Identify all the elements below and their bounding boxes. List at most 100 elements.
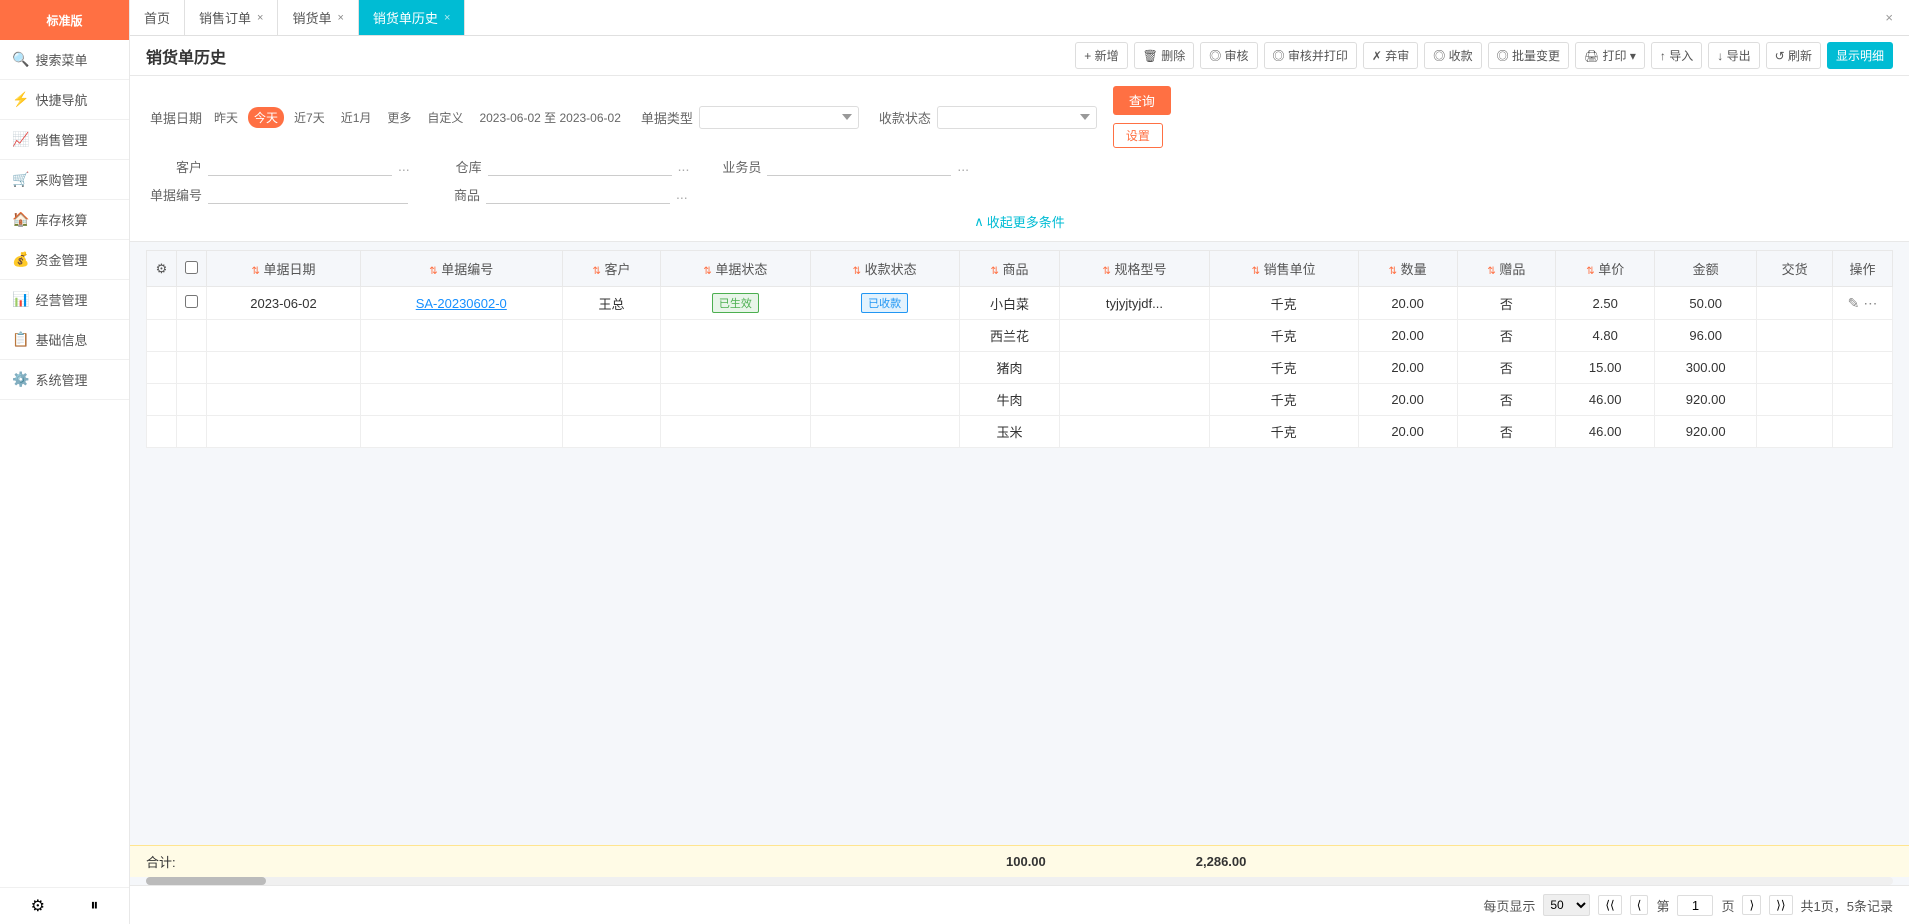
col-gift[interactable]: ⇅ 赠品 [1457, 251, 1556, 287]
page-title: 销货单历史 [146, 44, 226, 68]
sidebar-item-sys-mgmt[interactable]: ⚙️ 系统管理 [0, 360, 129, 400]
col-spec[interactable]: ⇅ 规格型号 [1060, 251, 1209, 287]
col-price[interactable]: ⇅ 单价 [1556, 251, 1655, 287]
query-button[interactable]: 查询 [1113, 86, 1171, 115]
date-btn-1month[interactable]: 近1月 [335, 107, 378, 128]
col-date[interactable]: ⇅ 单据日期 [207, 251, 361, 287]
col-doc-num[interactable]: ⇅ 单据编号 [360, 251, 562, 287]
btn-audit[interactable]: ◎ 审核 [1200, 42, 1257, 69]
more-icon[interactable]: ⋯ [1863, 295, 1877, 312]
sidebar-collapse-icon[interactable]: ⏸ [90, 897, 98, 915]
col-transaction: 交货 [1757, 251, 1833, 287]
tab-sales-order-close[interactable]: × [257, 12, 263, 24]
col-payment-status[interactable]: ⇅ 收款状态 [810, 251, 959, 287]
date-btn-custom[interactable]: 自定义 [421, 107, 469, 128]
btn-collect[interactable]: ◎ 收款 [1424, 42, 1481, 69]
btn-refresh[interactable]: ↺ 刷新 [1766, 42, 1821, 69]
cell-doc-num [360, 352, 562, 384]
filter-row-2: 客户 ... 仓库 ... 业务员 ... [146, 156, 1893, 176]
btn-show-detail[interactable]: 显示明细 [1827, 42, 1893, 69]
staff-input[interactable] [767, 156, 951, 176]
row-actions: ✎ ⋯ [1839, 295, 1886, 312]
sidebar-item-quick-nav[interactable]: ⚡ 快捷导航 [0, 80, 129, 120]
page-prev-btn[interactable]: ⟨ [1630, 895, 1649, 915]
btn-add[interactable]: + 新增 [1075, 42, 1127, 69]
filter-date: 单据日期 昨天 今天 近7天 近1月 更多 自定义 2023-06-02 至 2… [146, 107, 621, 128]
btn-batch-change[interactable]: ◎ 批量变更 [1488, 42, 1569, 69]
tab-sales-delivery[interactable]: 销货单 × [278, 0, 358, 35]
collapse-button[interactable]: ∧ 收起更多条件 [974, 212, 1065, 231]
tab-home[interactable]: 首页 [130, 0, 185, 35]
warehouse-ellipsis[interactable]: ... [678, 158, 690, 174]
date-btn-7days[interactable]: 近7天 [288, 107, 331, 128]
tab-sales-history-close[interactable]: × [444, 12, 450, 24]
doc-num-input[interactable] [208, 184, 408, 204]
btn-import[interactable]: ↑ 导入 [1651, 42, 1702, 69]
cell-spec: tyjyjtyjdf... [1060, 287, 1209, 320]
sidebar-settings-icon[interactable]: ⚙ [31, 896, 45, 916]
sidebar-item-inventory[interactable]: 🏠 库存核算 [0, 200, 129, 240]
page-size-select[interactable]: 10 20 50 100 [1543, 894, 1590, 916]
doc-type-select[interactable] [699, 106, 859, 129]
select-all-checkbox[interactable] [185, 261, 198, 274]
sidebar-item-search-menu[interactable]: 🔍 搜索菜单 [0, 40, 129, 80]
warehouse-input[interactable] [488, 156, 672, 176]
horizontal-scrollbar[interactable] [146, 877, 1893, 885]
sidebar-item-label: 库存核算 [35, 210, 87, 229]
cell-gift: 否 [1457, 352, 1556, 384]
row-checkbox[interactable] [185, 295, 198, 308]
sidebar-item-purchase-mgmt[interactable]: 🛒 采购管理 [0, 160, 129, 200]
filter-doc-num: 单据编号 [146, 184, 408, 204]
scrollbar-thumb[interactable] [146, 877, 266, 885]
date-btn-yesterday[interactable]: 昨天 [208, 107, 244, 128]
customer-input[interactable] [208, 156, 392, 176]
cell-gift: 否 [1457, 384, 1556, 416]
goods-input[interactable] [486, 184, 670, 204]
btn-cancel-audit[interactable]: ✗ 弃审 [1363, 42, 1418, 69]
col-unit[interactable]: ⇅ 销售单位 [1209, 251, 1358, 287]
cell-checkbox [177, 384, 207, 416]
sidebar-item-basic-info[interactable]: 📋 基础信息 [0, 320, 129, 360]
col-customer[interactable]: ⇅ 客户 [562, 251, 661, 287]
payment-status-select[interactable] [937, 106, 1097, 129]
date-btn-more[interactable]: 更多 [381, 107, 417, 128]
cell-transaction [1757, 384, 1833, 416]
tab-sales-delivery-close[interactable]: × [337, 12, 343, 24]
btn-print[interactable]: 🖨 打印 ▾ [1575, 42, 1645, 69]
cell-payment-status [810, 320, 959, 352]
edit-icon[interactable]: ✎ [1848, 295, 1860, 312]
btn-audit-print[interactable]: ◎ 审核并打印 [1264, 42, 1357, 69]
date-btn-today[interactable]: 今天 [248, 107, 284, 128]
cell-goods: 猪肉 [959, 352, 1060, 384]
cell-amount: 50.00 [1655, 287, 1757, 320]
doc-num-link[interactable]: SA-20230602-0 [416, 296, 507, 311]
tab-sales-history[interactable]: 销货单历史 × [359, 0, 465, 35]
window-close-icon[interactable]: × [1877, 10, 1901, 25]
page-next-btn[interactable]: ⟩ [1742, 895, 1761, 915]
col-goods[interactable]: ⇅ 商品 [959, 251, 1060, 287]
page-number-input[interactable] [1677, 895, 1713, 916]
sidebar-item-sales-mgmt[interactable]: 📈 销售管理 [0, 120, 129, 160]
col-ops: 操作 [1833, 251, 1893, 287]
btn-export[interactable]: ↓ 导出 [1708, 42, 1759, 69]
page-last-btn[interactable]: ⟩⟩ [1769, 895, 1792, 915]
customer-ellipsis[interactable]: ... [398, 158, 410, 174]
cell-gear [147, 352, 177, 384]
staff-ellipsis[interactable]: ... [957, 158, 969, 174]
col-doc-status[interactable]: ⇅ 单据状态 [661, 251, 810, 287]
cell-date [207, 416, 361, 448]
col-qty[interactable]: ⇅ 数量 [1358, 251, 1457, 287]
sidebar-item-finance-mgmt[interactable]: 💰 资金管理 [0, 240, 129, 280]
sidebar-item-ops-mgmt[interactable]: 📊 经营管理 [0, 280, 129, 320]
tab-sales-order[interactable]: 销售订单 × [185, 0, 278, 35]
goods-ellipsis[interactable]: ... [676, 186, 688, 202]
cell-unit: 千克 [1209, 416, 1358, 448]
tab-home-label: 首页 [144, 8, 170, 27]
setting-button[interactable]: 设置 [1113, 123, 1163, 148]
page-first-btn[interactable]: ⟨⟨ [1598, 895, 1621, 915]
footer-total-amount: 2,286.00 [1196, 854, 1247, 869]
btn-delete[interactable]: 🗑 删除 [1134, 42, 1195, 69]
sidebar-item-label: 快捷导航 [35, 90, 87, 109]
cell-date [207, 352, 361, 384]
col-gear[interactable]: ⚙ [147, 251, 177, 287]
